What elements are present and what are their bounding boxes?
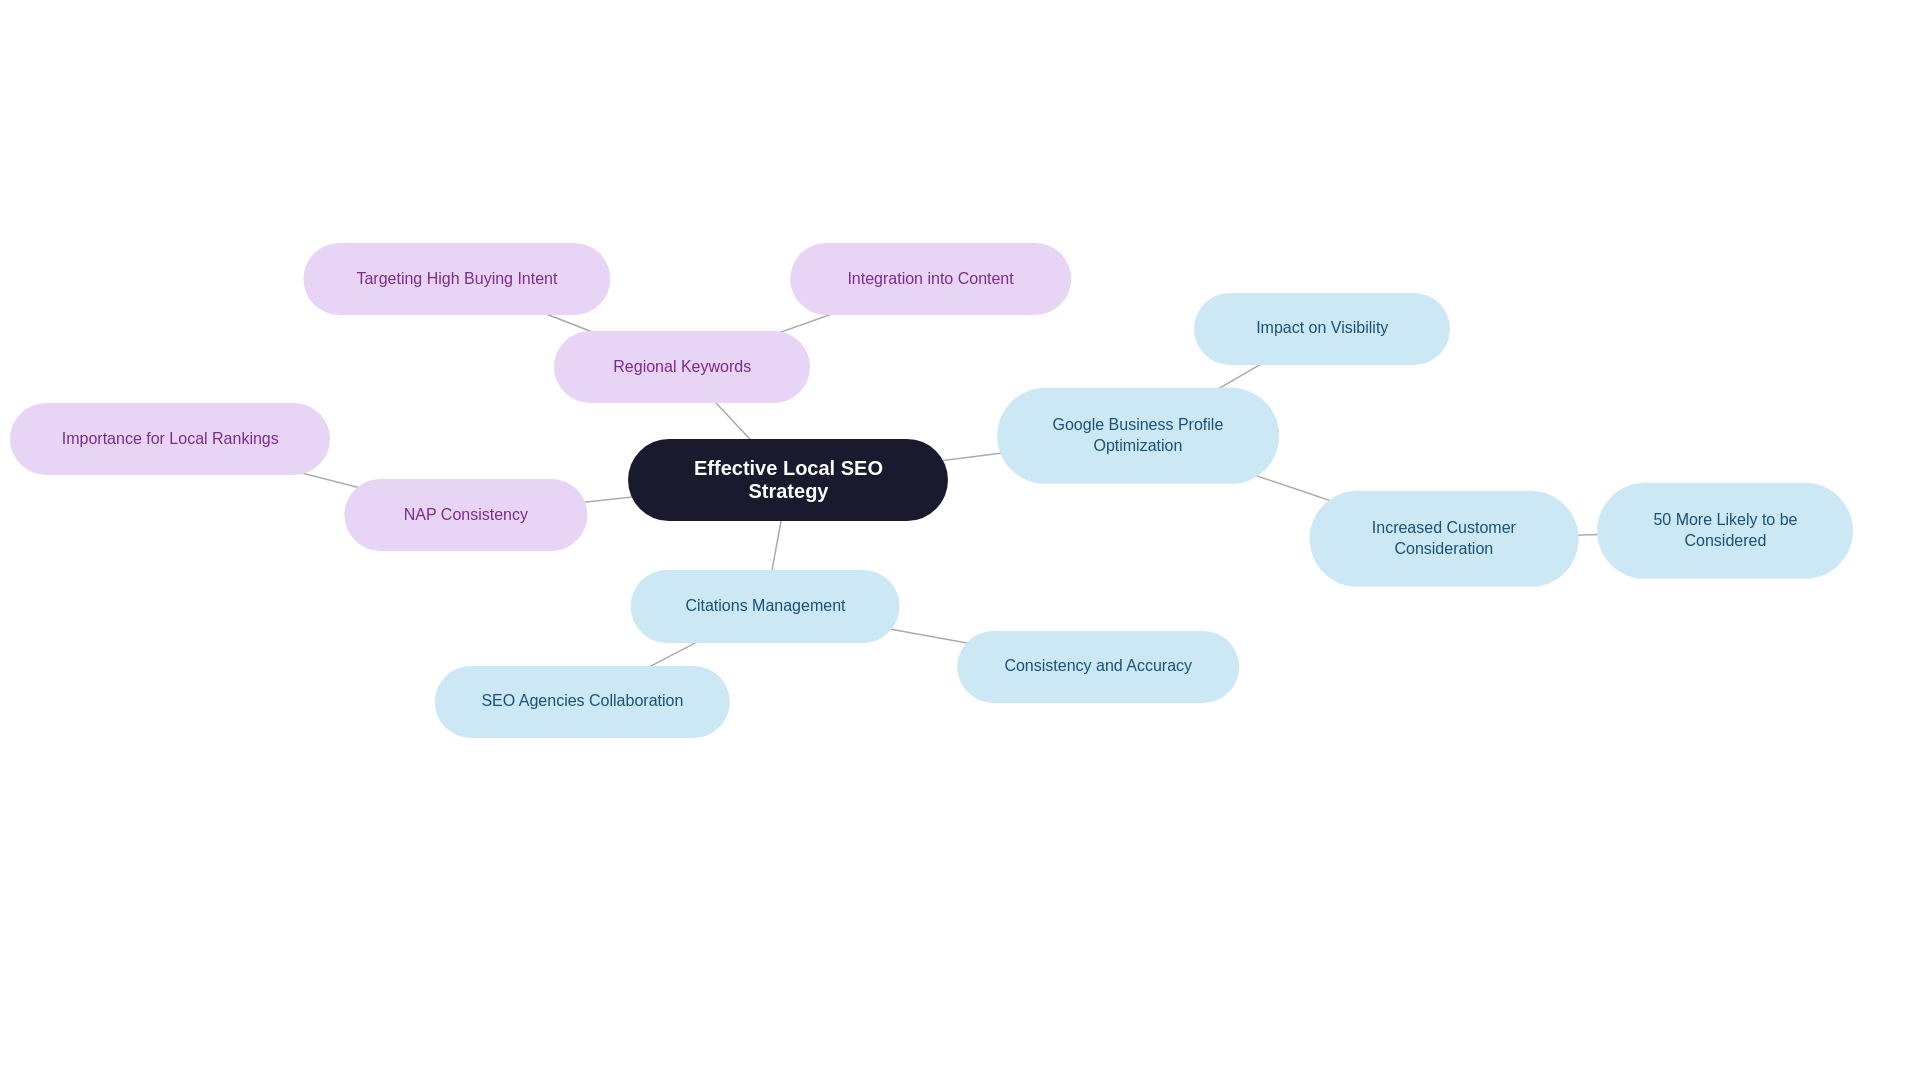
node-label-seo-agencies: SEO Agencies Collaboration [477,691,687,712]
node-label-google-business: Google Business Profile Optimization [1025,415,1251,457]
node-google-business[interactable]: Google Business Profile Optimization [997,387,1279,483]
node-citations-management[interactable]: Citations Management [631,570,900,642]
node-importance-rankings[interactable]: Importance for Local Rankings [10,403,330,475]
node-label-regional-keywords: Regional Keywords [609,357,755,378]
node-consistency-accuracy[interactable]: Consistency and Accuracy [957,631,1239,703]
node-targeting-high[interactable]: Targeting High Buying Intent [303,243,610,315]
node-nap-consistency[interactable]: NAP Consistency [344,479,587,551]
node-integration-content[interactable]: Integration into Content [790,243,1072,315]
node-label-targeting-high: Targeting High Buying Intent [352,269,561,290]
node-label-citations-management: Citations Management [681,596,849,617]
node-label-importance-rankings: Importance for Local Rankings [58,429,283,450]
mind-map: Effective Local SEO Strategy Regional Key… [0,0,1920,1083]
node-seo-agencies[interactable]: SEO Agencies Collaboration [435,665,729,737]
node-label-50-more: 50 More Likely to be Considered [1625,510,1825,552]
node-label-increased-customer: Increased Customer Consideration [1337,518,1550,560]
node-center[interactable]: Effective Local SEO Strategy [628,439,948,521]
node-label-impact-visibility: Impact on Visibility [1252,318,1392,339]
node-impact-visibility[interactable]: Impact on Visibility [1194,292,1450,364]
node-increased-customer[interactable]: Increased Customer Consideration [1309,491,1578,587]
node-label-integration-content: Integration into Content [843,269,1017,290]
node-50-more[interactable]: 50 More Likely to be Considered [1597,483,1853,579]
node-label-nap-consistency: NAP Consistency [400,505,532,526]
node-regional-keywords[interactable]: Regional Keywords [554,331,810,403]
node-label-consistency-accuracy: Consistency and Accuracy [1000,656,1196,677]
